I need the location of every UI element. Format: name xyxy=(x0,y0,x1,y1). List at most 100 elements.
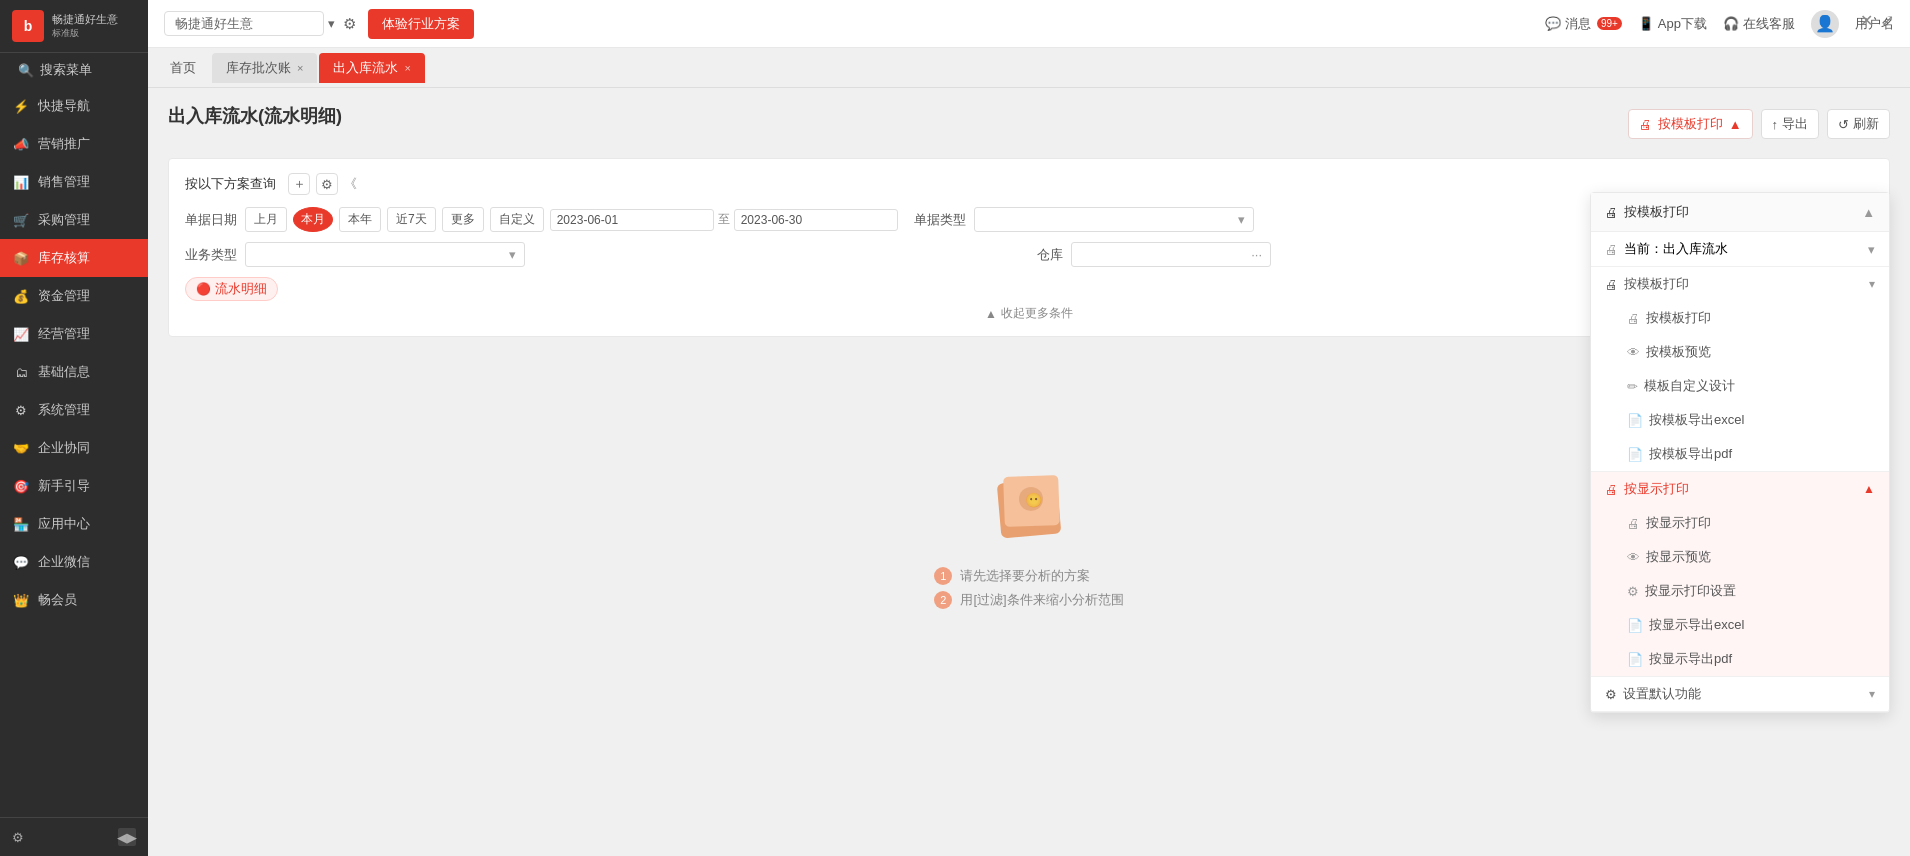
doc-type-label: 单据类型 xyxy=(914,211,966,229)
sidebar-collapse-btn[interactable]: ◀▶ xyxy=(118,828,136,846)
dropdown-item-display-excel[interactable]: 📄 按显示导出excel xyxy=(1591,608,1889,642)
item-preview-icon: 👁 xyxy=(1627,345,1640,360)
tip2-text: 用[过滤]条件来缩小分析范围 xyxy=(960,591,1123,609)
display-section-header[interactable]: 🖨 按显示打印 ▲ xyxy=(1591,472,1889,506)
date-btn-last-month[interactable]: 上月 xyxy=(245,207,287,232)
warehouse-label: 仓库 xyxy=(1037,246,1063,264)
date-btn-more[interactable]: 更多 xyxy=(442,207,484,232)
sidebar-search[interactable]: 🔍 搜索菜单 xyxy=(0,53,148,87)
base-icon: 🗂 xyxy=(12,363,30,381)
sidebar-item-marketing[interactable]: 📣 营销推广 xyxy=(0,125,148,163)
sidebar-item-quick-nav[interactable]: ⚡ 快捷导航 xyxy=(0,87,148,125)
export-label: 导出 xyxy=(1782,115,1808,133)
dropdown-item-display-preview[interactable]: 👁 按显示预览 xyxy=(1591,540,1889,574)
sidebar-item-app-center[interactable]: 🏪 应用中心 xyxy=(0,505,148,543)
date-filter: 上月 本月 本年 近7天 更多 自定义 至 xyxy=(245,207,898,232)
sidebar-item-wechat[interactable]: 💬 企业微信 xyxy=(0,543,148,581)
workspace-input[interactable] xyxy=(164,11,324,36)
date-to-input[interactable] xyxy=(734,209,898,231)
display-section-icon: 🖨 xyxy=(1605,482,1618,497)
date-btn-7days[interactable]: 近7天 xyxy=(387,207,436,232)
dropdown-panel-collapse-btn[interactable]: ▲ xyxy=(1862,205,1875,220)
dropdown-item-template-custom[interactable]: ✏ 模板自定义设计 xyxy=(1591,369,1889,403)
refresh-btn[interactable]: ↺ 刷新 xyxy=(1827,109,1890,139)
close-tab-icon[interactable]: ✕ xyxy=(1860,11,1873,30)
dropdown-section-display: 🖨 按显示打印 ▲ 🖨 按显示打印 👁 按显示预览 ⚙ 按显示打印设置 xyxy=(1591,472,1889,677)
template-print-btn[interactable]: 🖨 按模板打印 ▲ xyxy=(1628,109,1753,139)
sidebar-item-sales[interactable]: 📊 销售管理 xyxy=(0,163,148,201)
messages-badge: 99+ xyxy=(1597,17,1622,30)
messages-label: 消息 xyxy=(1565,15,1591,33)
dropdown-item-template-pdf[interactable]: 📄 按模板导出pdf xyxy=(1591,437,1889,471)
tab-flow[interactable]: 出入库流水 × xyxy=(319,53,424,83)
logo-text: 畅捷通好生意 xyxy=(52,12,118,26)
purchase-icon: 🛒 xyxy=(12,211,30,229)
empty-tips: 1 请先选择要分析的方案 2 用[过滤]条件来缩小分析范围 xyxy=(934,567,1123,615)
collapse-more-btn[interactable]: ▲ 收起更多条件 xyxy=(985,305,1073,322)
maximize-icon[interactable]: ⤢ xyxy=(1881,11,1894,30)
search-settings-btn[interactable]: ⚙ xyxy=(316,173,338,195)
collab-icon: 🤝 xyxy=(12,439,30,457)
default-section-label: ⚙ 设置默认功能 xyxy=(1605,685,1701,703)
topbar-gear-icon[interactable]: ⚙ xyxy=(343,15,356,33)
sidebar-item-finance[interactable]: 💰 资金管理 xyxy=(0,277,148,315)
template-print-label: 按模板打印 xyxy=(1658,115,1723,133)
user-avatar[interactable]: 👤 xyxy=(1811,10,1839,38)
sidebar-item-operations[interactable]: 📈 经营管理 xyxy=(0,315,148,353)
sidebar-item-member[interactable]: 👑 畅会员 xyxy=(0,581,148,619)
filter-tag[interactable]: 🔴 流水明细 xyxy=(185,277,278,301)
item-excel-icon: 📄 xyxy=(1627,413,1643,428)
dropdown-item-display-pdf[interactable]: 📄 按显示导出pdf xyxy=(1591,642,1889,676)
batch-account-tab-close[interactable]: × xyxy=(297,62,303,74)
business-type-select[interactable]: ▾ xyxy=(245,242,525,267)
collapse-label: 收起更多条件 xyxy=(1001,305,1073,322)
avatar-icon: 👤 xyxy=(1815,14,1835,33)
sidebar-item-base[interactable]: 🗂 基础信息 xyxy=(0,353,148,391)
item-pdf-icon: 📄 xyxy=(1627,447,1643,462)
search-add-btn[interactable]: ＋ xyxy=(288,173,310,195)
page-title: 出入库流水(流水明细) xyxy=(168,104,342,128)
chevron-up-icon: ▲ xyxy=(1729,117,1742,132)
sidebar-item-system[interactable]: ⚙ 系统管理 xyxy=(0,391,148,429)
dropdown-item-display-print-settings[interactable]: ⚙ 按显示打印设置 xyxy=(1591,574,1889,608)
export-btn[interactable]: ↑ 导出 xyxy=(1761,109,1820,139)
date-separator: 至 xyxy=(718,211,730,228)
dropdown-item-display-print[interactable]: 🖨 按显示打印 xyxy=(1591,506,1889,540)
dropdown-item-template-preview[interactable]: 👁 按模板预览 xyxy=(1591,335,1889,369)
app-download-btn[interactable]: 📱 App下载 xyxy=(1638,15,1707,33)
date-btn-this-year[interactable]: 本年 xyxy=(339,207,381,232)
item-display-preview-icon: 👁 xyxy=(1627,550,1640,565)
date-btn-custom[interactable]: 自定义 xyxy=(490,207,544,232)
item-display-settings-icon: ⚙ xyxy=(1627,584,1639,599)
warehouse-select[interactable]: ··· xyxy=(1071,242,1271,267)
messages-btn[interactable]: 💬 消息 99+ xyxy=(1545,15,1622,33)
search-panel-collapse-btn[interactable]: 《 xyxy=(344,175,357,193)
sidebar-item-purchase[interactable]: 🛒 采购管理 xyxy=(0,201,148,239)
template-section-arrow: ▾ xyxy=(1869,277,1875,291)
dropdown-panel-header: 🖨 按模板打印 ▲ xyxy=(1591,193,1889,232)
customer-service-btn[interactable]: 🎧 在线客服 xyxy=(1723,15,1795,33)
tip1-text: 请先选择要分析的方案 xyxy=(960,567,1090,585)
date-btn-this-month[interactable]: 本月 xyxy=(293,207,333,232)
sidebar-item-label: 畅会员 xyxy=(38,591,77,609)
sidebar-item-collab[interactable]: 🤝 企业协同 xyxy=(0,429,148,467)
tab-batch-account[interactable]: 库存批次账 × xyxy=(212,53,317,83)
dropdown-item-template-excel[interactable]: 📄 按模板导出excel xyxy=(1591,403,1889,437)
date-from-input[interactable] xyxy=(550,209,714,231)
trial-btn[interactable]: 体验行业方案 xyxy=(368,9,474,39)
search-area-label: 按以下方案查询 xyxy=(185,175,276,193)
default-section-header[interactable]: ⚙ 设置默认功能 ▾ xyxy=(1591,677,1889,711)
dropdown-item-template-print[interactable]: 🖨 按模板打印 xyxy=(1591,301,1889,335)
sidebar-item-inventory[interactable]: 📦 库存核算 xyxy=(0,239,148,277)
tab-home[interactable]: 首页 xyxy=(156,53,210,83)
template-section-header[interactable]: 🖨 按模板打印 ▾ xyxy=(1591,267,1889,301)
logo-area: b 畅捷通好生意 标准版 xyxy=(0,0,148,53)
current-dropdown-icon: ▾ xyxy=(1868,242,1875,257)
dropdown-current[interactable]: 🖨 当前：出入库流水 ▾ xyxy=(1591,232,1889,267)
doc-type-select[interactable]: ▾ xyxy=(974,207,1254,232)
sidebar-item-guide[interactable]: 🎯 新手引导 xyxy=(0,467,148,505)
footer-settings-icon[interactable]: ⚙ xyxy=(12,830,24,845)
flow-tab-close[interactable]: × xyxy=(404,62,410,74)
chevron-up-icon: ▲ xyxy=(985,307,997,321)
workspace-dropdown-btn[interactable]: ▾ xyxy=(328,16,335,31)
